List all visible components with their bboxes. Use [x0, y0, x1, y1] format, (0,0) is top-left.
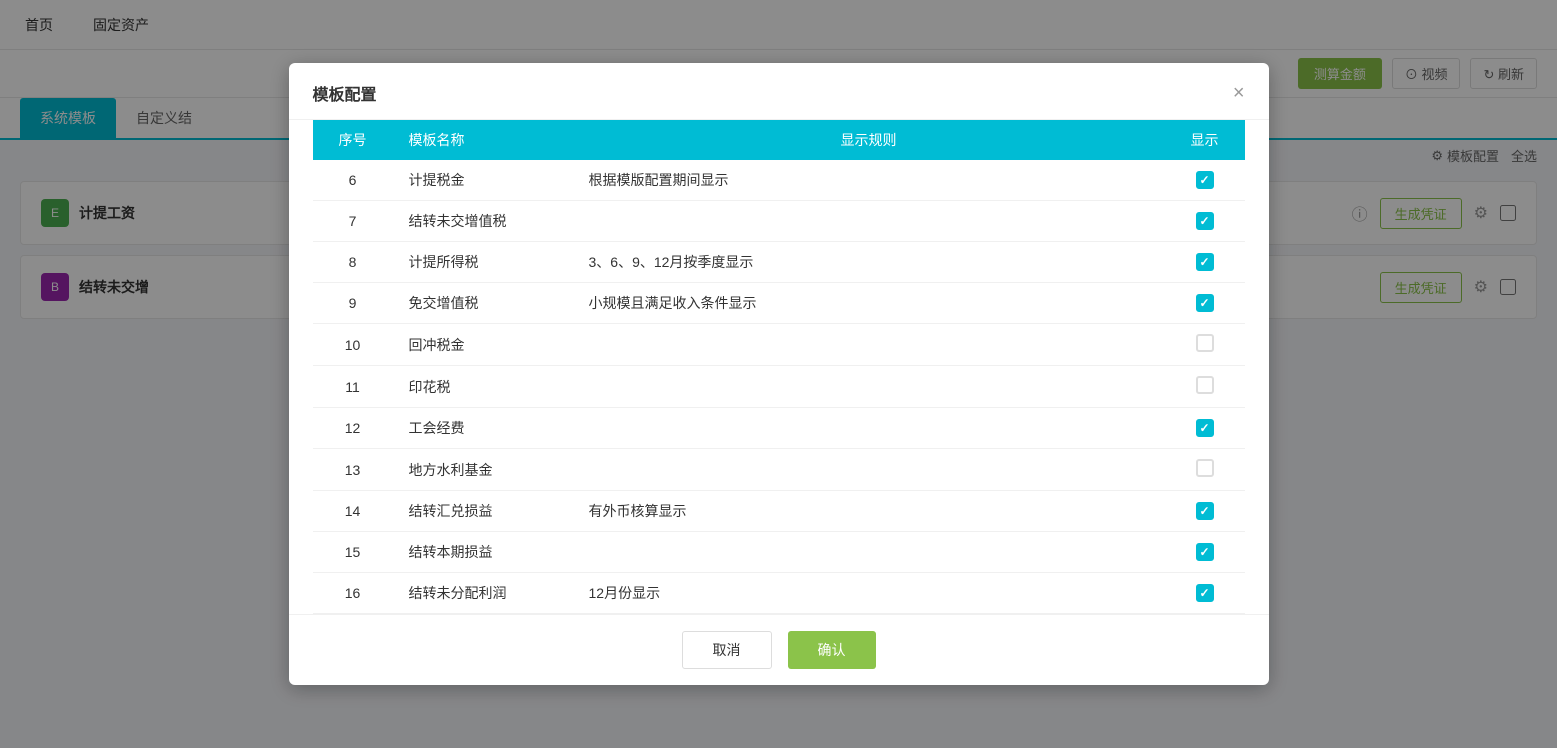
- cell-name-2: 计提所得税: [393, 242, 573, 283]
- cell-check-10: [1165, 573, 1245, 614]
- cell-seq-0: 6: [313, 160, 393, 201]
- cell-rule-5: [573, 366, 1165, 408]
- table-row: 7结转未交增值税: [313, 201, 1245, 242]
- modal-title: 模板配置: [313, 81, 377, 105]
- checkbox-8[interactable]: [1196, 502, 1214, 520]
- checkbox-2[interactable]: [1196, 253, 1214, 271]
- cell-rule-2: 3、6、9、12月按季度显示: [573, 242, 1165, 283]
- table-header-row: 序号 模板名称 显示规则 显示: [313, 120, 1245, 160]
- cell-seq-7: 13: [313, 449, 393, 491]
- checkbox-4[interactable]: [1196, 334, 1214, 352]
- cell-name-1: 结转未交增值税: [393, 201, 573, 242]
- table-row: 14结转汇兑损益有外币核算显示: [313, 491, 1245, 532]
- cell-seq-6: 12: [313, 408, 393, 449]
- cell-rule-0: 根据模版配置期间显示: [573, 160, 1165, 201]
- checkbox-1[interactable]: [1196, 212, 1214, 230]
- cell-seq-10: 16: [313, 573, 393, 614]
- checkbox-3[interactable]: [1196, 294, 1214, 312]
- modal-header: 模板配置 ×: [289, 63, 1269, 120]
- confirm-button[interactable]: 确认: [788, 631, 876, 669]
- checkbox-0[interactable]: [1196, 171, 1214, 189]
- cell-name-4: 回冲税金: [393, 324, 573, 366]
- cell-check-6: [1165, 408, 1245, 449]
- table-row: 16结转未分配利润12月份显示: [313, 573, 1245, 614]
- cell-seq-8: 14: [313, 491, 393, 532]
- cell-name-6: 工会经费: [393, 408, 573, 449]
- cell-rule-7: [573, 449, 1165, 491]
- table-row: 6计提税金根据模版配置期间显示: [313, 160, 1245, 201]
- modal-body: 序号 模板名称 显示规则 显示 6计提税金根据模版配置期间显示7结转未交增值税8…: [289, 120, 1269, 614]
- cell-seq-9: 15: [313, 532, 393, 573]
- cancel-button[interactable]: 取消: [682, 631, 772, 669]
- cell-name-0: 计提税金: [393, 160, 573, 201]
- col-header-show: 显示: [1165, 120, 1245, 160]
- checkbox-5[interactable]: [1196, 376, 1214, 394]
- checkbox-9[interactable]: [1196, 543, 1214, 561]
- checkbox-10[interactable]: [1196, 584, 1214, 602]
- cell-rule-4: [573, 324, 1165, 366]
- col-header-name: 模板名称: [393, 120, 573, 160]
- cell-rule-1: [573, 201, 1165, 242]
- cell-check-0: [1165, 160, 1245, 201]
- table-row: 9免交增值税小规模且满足收入条件显示: [313, 283, 1245, 324]
- cell-check-2: [1165, 242, 1245, 283]
- checkbox-7[interactable]: [1196, 459, 1214, 477]
- cell-check-1: [1165, 201, 1245, 242]
- modal-template-config: 模板配置 × 序号 模板名称 显示规则 显示 6计提税金根据模版配置期间显示7结…: [289, 63, 1269, 685]
- table-wrapper[interactable]: 序号 模板名称 显示规则 显示 6计提税金根据模版配置期间显示7结转未交增值税8…: [313, 120, 1245, 614]
- col-header-rule: 显示规则: [573, 120, 1165, 160]
- cell-seq-1: 7: [313, 201, 393, 242]
- cell-name-9: 结转本期损益: [393, 532, 573, 573]
- table-row: 12工会经费: [313, 408, 1245, 449]
- table-row: 11印花税: [313, 366, 1245, 408]
- col-header-seq: 序号: [313, 120, 393, 160]
- table-row: 10回冲税金: [313, 324, 1245, 366]
- cell-seq-2: 8: [313, 242, 393, 283]
- table-row: 8计提所得税3、6、9、12月按季度显示: [313, 242, 1245, 283]
- config-table: 序号 模板名称 显示规则 显示 6计提税金根据模版配置期间显示7结转未交增值税8…: [313, 120, 1245, 614]
- cell-seq-4: 10: [313, 324, 393, 366]
- cell-check-7: [1165, 449, 1245, 491]
- modal-footer: 取消 确认: [289, 614, 1269, 685]
- cell-seq-3: 9: [313, 283, 393, 324]
- cell-name-5: 印花税: [393, 366, 573, 408]
- cell-rule-9: [573, 532, 1165, 573]
- cell-check-3: [1165, 283, 1245, 324]
- cell-rule-8: 有外币核算显示: [573, 491, 1165, 532]
- modal-overlay: 模板配置 × 序号 模板名称 显示规则 显示 6计提税金根据模版配置期间显示7结…: [0, 0, 1557, 748]
- modal-close-button[interactable]: ×: [1233, 83, 1245, 103]
- table-row: 15结转本期损益: [313, 532, 1245, 573]
- cell-name-10: 结转未分配利润: [393, 573, 573, 614]
- cell-rule-3: 小规模且满足收入条件显示: [573, 283, 1165, 324]
- cell-name-3: 免交增值税: [393, 283, 573, 324]
- cell-check-9: [1165, 532, 1245, 573]
- table-row: 13地方水利基金: [313, 449, 1245, 491]
- cell-seq-5: 11: [313, 366, 393, 408]
- cell-check-8: [1165, 491, 1245, 532]
- checkbox-6[interactable]: [1196, 419, 1214, 437]
- cell-name-7: 地方水利基金: [393, 449, 573, 491]
- cell-name-8: 结转汇兑损益: [393, 491, 573, 532]
- table-body: 6计提税金根据模版配置期间显示7结转未交增值税8计提所得税3、6、9、12月按季…: [313, 160, 1245, 614]
- cell-check-5: [1165, 366, 1245, 408]
- cell-check-4: [1165, 324, 1245, 366]
- cell-rule-6: [573, 408, 1165, 449]
- cell-rule-10: 12月份显示: [573, 573, 1165, 614]
